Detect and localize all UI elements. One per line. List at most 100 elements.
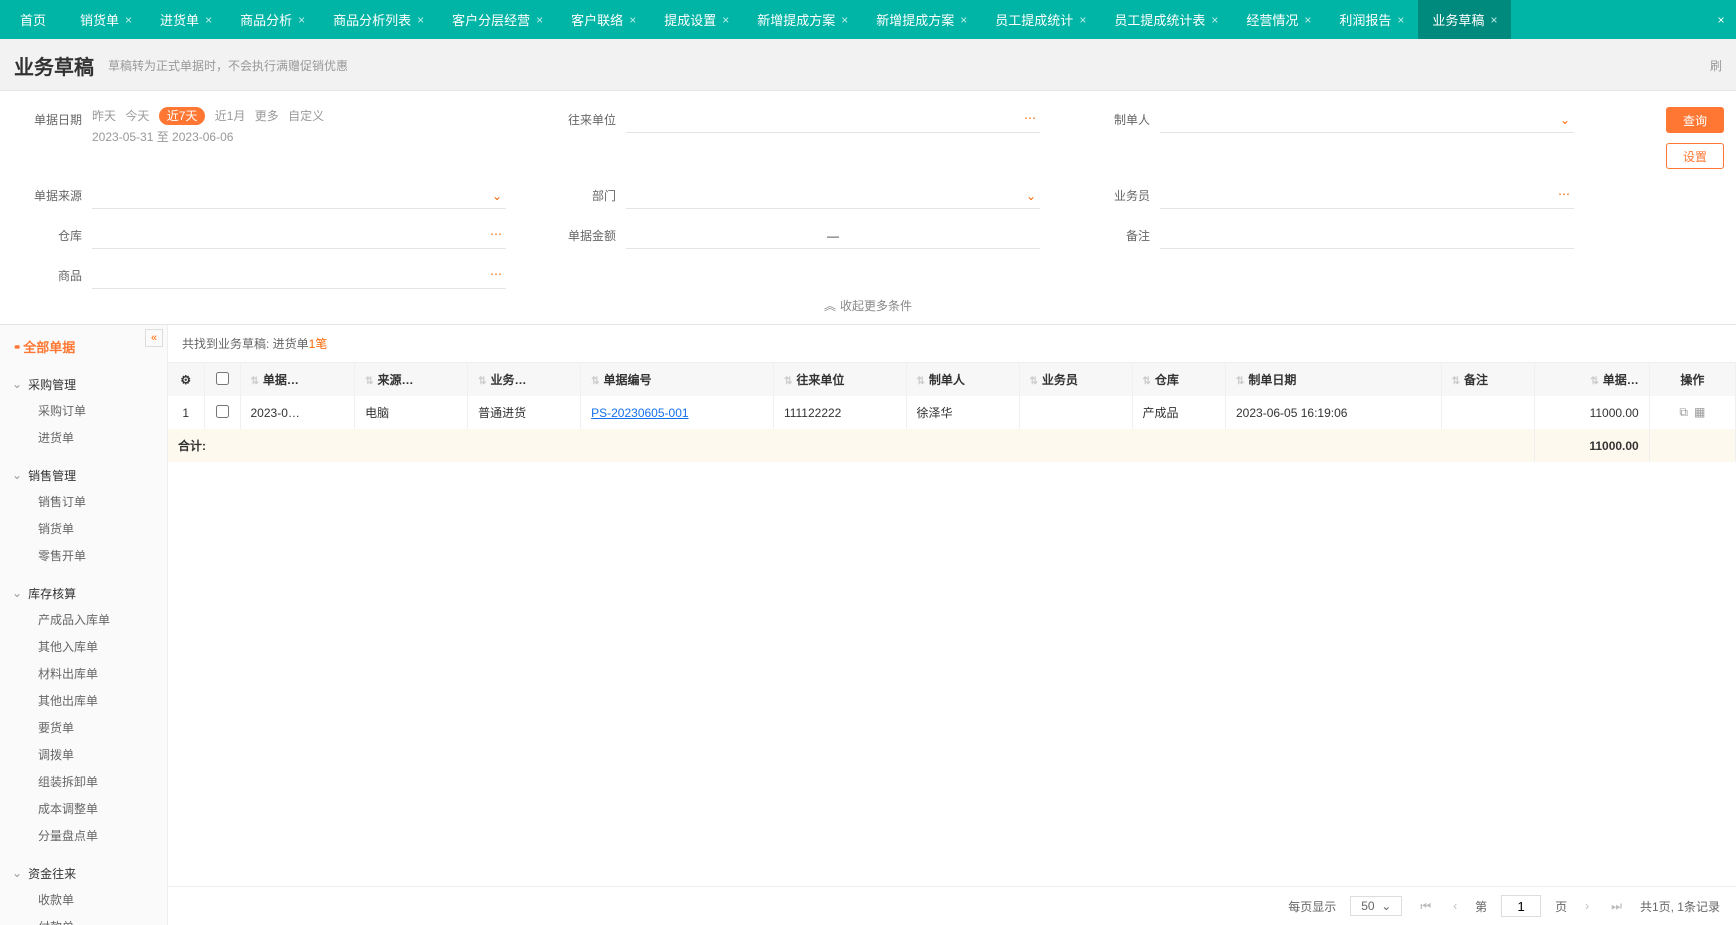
picker-icon[interactable]: ⋯ xyxy=(1024,111,1036,125)
creator-input[interactable]: ⌄ xyxy=(1160,107,1574,133)
sidebar-item[interactable]: 组装拆卸单 xyxy=(0,768,167,795)
column-header[interactable]: ⇅业务… xyxy=(468,363,581,396)
sidebar-item[interactable]: 产成品入库单 xyxy=(0,606,167,633)
top-tab[interactable]: 经营情况× xyxy=(1232,0,1325,39)
close-icon[interactable]: × xyxy=(298,13,305,27)
picker-icon[interactable]: ⋯ xyxy=(490,267,502,281)
top-tab[interactable]: 新增提成方案× xyxy=(862,0,981,39)
column-header[interactable]: ⇅备注 xyxy=(1441,363,1534,396)
top-tab[interactable]: 商品分析× xyxy=(226,0,319,39)
amount-range[interactable]: — xyxy=(626,223,1040,249)
column-header[interactable]: ⇅往来单位 xyxy=(773,363,906,396)
close-icon[interactable]: × xyxy=(1304,13,1311,27)
top-tab[interactable]: 客户分层经营× xyxy=(438,0,557,39)
source-select[interactable]: ⌄ xyxy=(92,183,506,209)
sidebar-item[interactable]: 付款单 xyxy=(0,913,167,925)
close-icon[interactable]: × xyxy=(417,13,424,27)
top-tab[interactable]: 首页 xyxy=(0,0,66,39)
sidebar-item[interactable]: 收款单 xyxy=(0,886,167,913)
sidebar-item[interactable]: 分量盘点单 xyxy=(0,822,167,849)
sidebar-item[interactable]: 调拨单 xyxy=(0,741,167,768)
sidebar-group-header[interactable]: 资金往来 xyxy=(0,861,167,886)
close-icon[interactable]: × xyxy=(1211,13,1218,27)
table-row[interactable]: 12023-0…电脑普通进货PS-20230605-001111122222徐泽… xyxy=(168,396,1736,429)
sidebar-item[interactable]: 其他入库单 xyxy=(0,633,167,660)
column-header[interactable]: ⇅仓库 xyxy=(1132,363,1225,396)
date-quick-yesterday[interactable]: 昨天 xyxy=(92,109,116,123)
chevron-down-icon[interactable]: ⌄ xyxy=(492,189,502,203)
qr-icon[interactable]: ▦ xyxy=(1694,405,1705,419)
per-page-select[interactable]: 50 ⌄ xyxy=(1350,896,1402,916)
sidebar-all-bills[interactable]: ▪▪ 全部单据 xyxy=(0,325,167,366)
prev-page-button[interactable]: ‹ xyxy=(1449,899,1461,913)
sidebar-group-header[interactable]: 库存核算 xyxy=(0,581,167,606)
sidebar-item[interactable]: 成本调整单 xyxy=(0,795,167,822)
close-icon[interactable]: × xyxy=(1490,13,1497,27)
sidebar-item[interactable]: 进货单 xyxy=(0,424,167,451)
counterparty-input[interactable]: ⋯ xyxy=(626,107,1040,133)
picker-icon[interactable]: ⋯ xyxy=(1558,187,1570,201)
column-header[interactable]: ⇅业务员 xyxy=(1019,363,1132,396)
page-input[interactable] xyxy=(1501,895,1541,917)
setting-button[interactable]: 设置 xyxy=(1666,143,1724,169)
close-icon[interactable]: × xyxy=(125,13,132,27)
row-checkbox[interactable] xyxy=(216,405,229,418)
close-icon[interactable]: × xyxy=(629,13,636,27)
product-input[interactable]: ⋯ xyxy=(92,263,506,289)
sidebar-collapse-button[interactable]: « xyxy=(145,329,163,347)
warehouse-input[interactable]: ⋯ xyxy=(92,223,506,249)
top-tab[interactable]: 业务草稿× xyxy=(1418,0,1511,39)
collapse-filter-bar[interactable]: ︽收起更多条件 xyxy=(12,289,1724,324)
date-quick-custom[interactable]: 自定义 xyxy=(288,109,324,123)
column-header[interactable] xyxy=(204,363,240,396)
picker-icon[interactable]: ⋯ xyxy=(490,227,502,241)
top-tab[interactable]: 进货单× xyxy=(146,0,226,39)
top-tab[interactable]: 客户联络× xyxy=(557,0,650,39)
close-icon[interactable]: × xyxy=(205,13,212,27)
dept-select[interactable]: ⌄ xyxy=(626,183,1040,209)
sidebar-item[interactable]: 其他出库单 xyxy=(0,687,167,714)
sidebar-item[interactable]: 采购订单 xyxy=(0,397,167,424)
first-page-button[interactable]: ⏮ xyxy=(1416,899,1435,914)
close-icon[interactable]: × xyxy=(841,13,848,27)
close-all-tabs-button[interactable]: × xyxy=(1706,0,1736,39)
sidebar-item[interactable]: 销货单 xyxy=(0,515,167,542)
column-header[interactable]: 操作 xyxy=(1649,363,1735,396)
column-header[interactable]: ⚙ xyxy=(168,363,204,396)
column-header[interactable]: ⇅单据… xyxy=(1535,363,1650,396)
date-quick-more[interactable]: 更多 xyxy=(255,109,279,123)
date-quick-today[interactable]: 今天 xyxy=(125,109,149,123)
chevron-down-icon[interactable]: ⌄ xyxy=(1026,189,1036,203)
column-header[interactable]: ⇅制单人 xyxy=(906,363,1019,396)
close-icon[interactable]: × xyxy=(960,13,967,27)
top-tab[interactable]: 销货单× xyxy=(66,0,146,39)
view-icon[interactable]: ⧉ xyxy=(1679,405,1688,419)
top-tab[interactable]: 商品分析列表× xyxy=(319,0,438,39)
chevron-down-icon[interactable]: ⌄ xyxy=(1560,113,1570,127)
top-tab[interactable]: 新增提成方案× xyxy=(743,0,862,39)
refresh-icon[interactable]: 刷 xyxy=(1710,57,1722,74)
date-quick-7d[interactable]: 近7天 xyxy=(159,107,206,125)
gear-icon[interactable]: ⚙ xyxy=(180,373,191,387)
column-header[interactable]: ⇅单据编号 xyxy=(581,363,774,396)
select-all-checkbox[interactable] xyxy=(216,372,229,385)
top-tab[interactable]: 利润报告× xyxy=(1325,0,1418,39)
column-header[interactable]: ⇅来源… xyxy=(355,363,468,396)
sidebar-item[interactable]: 销售订单 xyxy=(0,488,167,515)
top-tab[interactable]: 员工提成统计× xyxy=(981,0,1100,39)
salesman-input[interactable]: ⋯ xyxy=(1160,183,1574,209)
sidebar-item[interactable]: 材料出库单 xyxy=(0,660,167,687)
close-icon[interactable]: × xyxy=(722,13,729,27)
close-icon[interactable]: × xyxy=(536,13,543,27)
column-header[interactable]: ⇅制单日期 xyxy=(1226,363,1442,396)
last-page-button[interactable]: ⏭ xyxy=(1607,899,1626,914)
table-scroll[interactable]: ⚙ ⇅单据… ⇅来源…⇅业务…⇅单据编号⇅往来单位⇅制单人⇅业务员⇅仓库⇅制单日期⇅… xyxy=(168,362,1736,886)
remark-input[interactable] xyxy=(1160,223,1574,249)
date-quick-1m[interactable]: 近1月 xyxy=(215,109,246,123)
sidebar-item[interactable]: 要货单 xyxy=(0,714,167,741)
sidebar-group-header[interactable]: 采购管理 xyxy=(0,372,167,397)
sidebar-group-header[interactable]: 销售管理 xyxy=(0,463,167,488)
close-icon[interactable]: × xyxy=(1079,13,1086,27)
top-tab[interactable]: 员工提成统计表× xyxy=(1100,0,1232,39)
sidebar-item[interactable]: 零售开单 xyxy=(0,542,167,569)
